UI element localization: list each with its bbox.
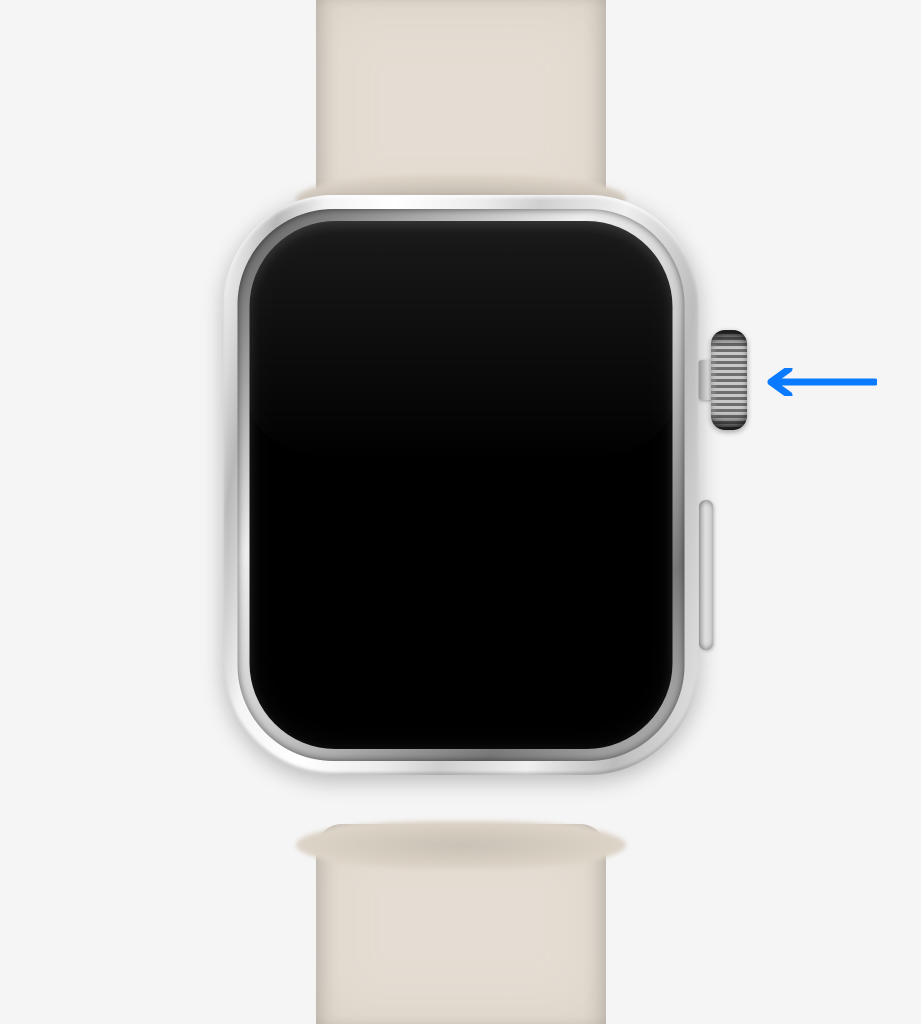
- arrow-head: [771, 369, 789, 395]
- side-button[interactable]: [699, 500, 713, 650]
- band-lug-bottom: [296, 821, 626, 869]
- watch-case: [223, 195, 698, 775]
- illustration-stage: [0, 0, 921, 1024]
- digital-crown[interactable]: [711, 330, 747, 430]
- watch-screen[interactable]: [249, 221, 672, 749]
- callout-arrow-icon: [757, 368, 877, 396]
